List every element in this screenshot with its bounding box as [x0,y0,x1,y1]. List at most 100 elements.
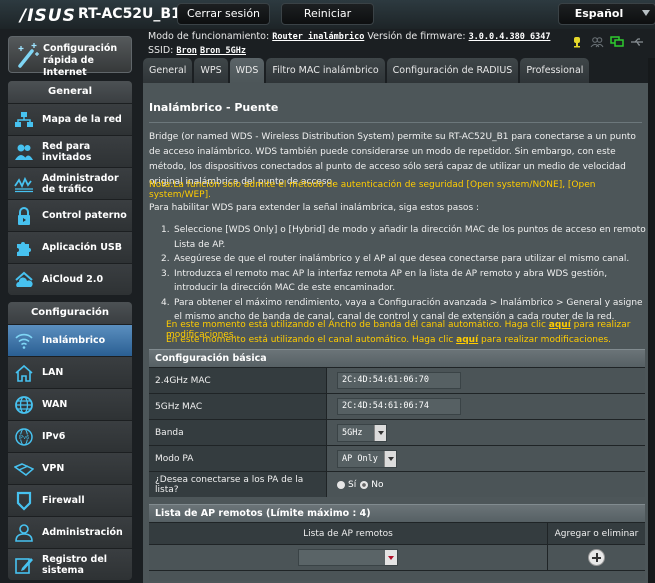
radio-label: Sí [348,479,357,490]
reboot-button[interactable]: Reiniciar [281,3,374,25]
sidebar-item-wireless[interactable]: Inalámbrico [8,324,132,356]
quick-internet-setup-button[interactable]: Configuración rápida de Internet [8,36,132,78]
warning-text: En este momento está utilizando el canal… [166,335,457,345]
sidebar-item-label: Administración [42,527,123,538]
basic-config-title: Configuración básica [149,349,645,367]
connect-list-label: ¿Desea conectarse a los PA de la lista? [149,472,327,497]
sidebar-item-label: Inalámbrico [42,335,106,346]
remote-ap-select[interactable] [298,549,398,566]
tab-mac-filter[interactable]: Filtro MAC inalámbrico [266,58,385,83]
language-select[interactable]: Español [558,3,655,25]
tab-wds[interactable]: WDS [229,58,265,83]
tab-general[interactable]: General [143,58,193,83]
chevron-down-icon [385,550,397,565]
ap-mode-value: AP Only [342,453,378,464]
ap-mode-select[interactable]: AP Only [337,449,397,468]
mac24-field[interactable]: 2C:4D:54:61:06:70 [337,372,461,389]
guest-clients-icon[interactable] [590,36,604,48]
svg-text:IPv6: IPv6 [19,435,30,441]
step-text: Introduzca el remoto mac AP la interfaz … [174,268,608,294]
bandwidth-here-link[interactable]: aquí [549,320,571,330]
connect-no-radio[interactable]: No [360,480,383,490]
band-row: Banda 5GHz [149,419,645,445]
sidebar-item-lan[interactable]: LAN [8,356,132,388]
ipv6-icon: IPv6 [15,428,33,446]
sidebar-item-label: AiCloud 2.0 [42,274,104,285]
network-map-icon [15,112,33,127]
firewall-icon [16,491,32,511]
steps-intro: Para habilitar WDS para extender la seña… [149,203,480,213]
step-text: Seleccione [WDS Only] o [Hybrid] de modo… [174,225,646,250]
sidebar-item-label: IPv6 [42,431,66,442]
ap-mode-label: Modo PA [149,446,327,471]
mode-link[interactable]: Router inalámbrico [272,32,364,42]
parental-control-icon [18,207,30,225]
administration-icon [15,524,33,542]
sidebar-item-firewall[interactable]: Firewall [8,484,132,516]
wps-led-icon[interactable] [570,36,584,48]
quick-setup-label: Configuración rápida de Internet [43,43,131,79]
band-label: Banda [149,420,327,445]
sidebar-item-label: LAN [42,367,64,378]
connect-yes-radio[interactable]: Sí [337,480,356,490]
sidebar-item-parental-control[interactable]: Control paterno [8,199,132,231]
title-divider [149,122,642,123]
lan-icon [15,364,33,382]
sidebar-item-label: VPN [42,463,65,474]
mac24-row: 2.4GHz MAC 2C:4D:54:61:06:70 [149,367,645,393]
sidebar-item-label: Administrador de tráfico [42,172,119,195]
system-log-icon [15,558,33,574]
add-ap-button[interactable] [588,549,605,566]
ssid-5-link[interactable]: Bron_5GHz [200,46,246,56]
aicloud-icon [15,271,33,287]
radio-label: No [371,479,384,490]
sidebar-item-network-map[interactable]: Mapa de la red [8,103,132,135]
sidebar-item-system-log[interactable]: Registro del sistema [8,548,132,580]
logout-button[interactable]: Cerrar sesión [177,3,270,25]
mac5-field[interactable]: 2C:4D:54:61:06:74 [337,398,461,415]
remote-ap-table: Lista de AP remotos (Límite máximo : 4) … [149,504,645,581]
content-panel: Inalámbrico - Puente Bridge (or named WD… [143,83,648,583]
step-text: Asegúrese de que el router inalámbrico y… [174,254,630,264]
sidebar-item-aicloud[interactable]: AiCloud 2.0 [8,263,132,295]
sidebar-item-label: Red para invitados [42,140,92,163]
ssid-24-link[interactable]: Bron [176,46,196,56]
band-value: 5GHz [342,427,363,438]
security-note: Nota:La función solo admite el método de… [149,180,596,200]
magic-wand-icon [18,43,39,68]
mode-label: Modo de funcionamiento: [148,31,270,42]
sidebar-item-vpn[interactable]: VPN [8,452,132,484]
scroll-edge [648,58,655,583]
tab-professional[interactable]: Professional [520,58,590,83]
sidebar-item-ipv6[interactable]: IPv6 IPv6 [8,420,132,452]
remote-ap-value [299,550,385,565]
step-item: 3. Introduzca el remoto mac AP la interfa… [161,267,646,296]
language-value[interactable]: Español [558,3,655,25]
band-select[interactable]: 5GHz [337,423,387,442]
sidebar-item-usb-application[interactable]: Aplicación USB [8,231,132,263]
sidebar-item-guest-network[interactable]: Red para invitados [8,135,132,167]
tab-wps[interactable]: WPS [194,58,228,83]
sidebar-item-traffic-manager[interactable]: Administrador de tráfico [8,167,132,199]
firmware-link[interactable]: 3.0.0.4.380_6347 [469,32,551,42]
traffic-manager-icon [14,176,33,193]
network-status-icon[interactable] [610,36,624,48]
sidebar-item-administration[interactable]: Administración [8,516,132,548]
chevron-down-icon [374,424,386,441]
tab-radius[interactable]: Configuración de RADIUS [386,58,519,83]
sidebar-item-label: Registro del sistema [42,553,108,576]
chevron-down-icon [384,450,396,467]
sidebar-item-wan[interactable]: WAN [8,388,132,420]
usb-icon[interactable] [630,36,644,48]
firmware-label: Versión de firmware: [367,31,466,42]
radio-dot-selected [360,480,369,489]
mac5-label: 5GHz MAC [149,394,327,419]
channel-here-link[interactable]: aquí [456,335,478,345]
steps-list: 1. Seleccione [WDS Only] o [Hybrid] de mo… [161,223,646,325]
connect-list-row: ¿Desea conectarse a los PA de la lista? … [149,471,645,497]
channel-warning: En este momento está utilizando el canal… [166,335,611,345]
col-ap-list: Lista de AP remotos [149,523,548,544]
wireless-icon [15,333,33,349]
remote-ap-input-row [149,544,645,571]
sidebar-advanced: Configuración avanzada Inalámbrico LAN W… [8,302,132,580]
